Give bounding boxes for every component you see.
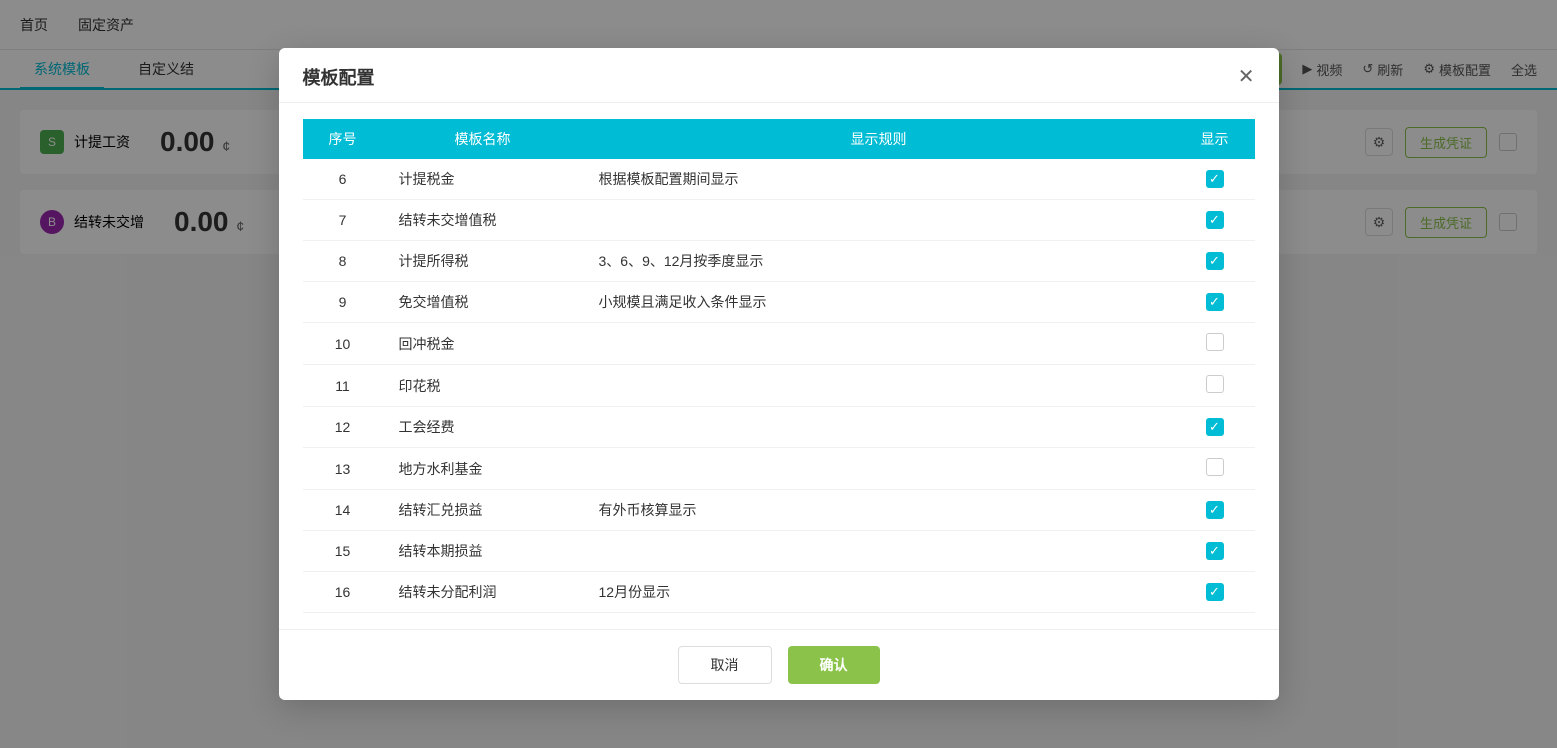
cell-no: 15 xyxy=(303,531,383,572)
cell-checkbox xyxy=(1175,448,1255,490)
modal-title: 模板配置 xyxy=(303,64,375,90)
cell-name: 回冲税金 xyxy=(383,323,583,365)
cell-name: 工会经费 xyxy=(383,407,583,448)
checkbox-row-6[interactable]: ✓ xyxy=(1206,418,1224,436)
cell-rule: 小规模且满足收入条件显示 xyxy=(583,282,1175,323)
cell-rule xyxy=(583,200,1175,241)
col-header-name: 模板名称 xyxy=(383,119,583,159)
cell-rule xyxy=(583,323,1175,365)
table-body: 6计提税金根据模板配置期间显示✓7结转未交增值税✓8计提所得税3、6、9、12月… xyxy=(303,159,1255,613)
checkbox-row-2[interactable]: ✓ xyxy=(1206,252,1224,270)
table-row: 15结转本期损益 ✓ xyxy=(303,531,1255,572)
config-table: 序号 模板名称 显示规则 显示 6计提税金根据模板配置期间显示✓7结转未交增值税… xyxy=(303,119,1255,613)
cell-name: 计提所得税 xyxy=(383,241,583,282)
modal-template-config: 模板配置 ✕ 序号 模板名称 显示规则 显示 6计提税金根据模板配置期间显示✓7… xyxy=(279,48,1279,700)
cell-name: 印花税 xyxy=(383,365,583,407)
cell-checkbox xyxy=(1175,365,1255,407)
cell-no: 12 xyxy=(303,407,383,448)
cell-checkbox: ✓ xyxy=(1175,531,1255,572)
cell-checkbox: ✓ xyxy=(1175,282,1255,323)
table-row: 12工会经费 ✓ xyxy=(303,407,1255,448)
modal-close-button[interactable]: ✕ xyxy=(1238,67,1255,87)
cell-no: 8 xyxy=(303,241,383,282)
cell-name: 结转汇兑损益 xyxy=(383,490,583,531)
cell-checkbox: ✓ xyxy=(1175,241,1255,282)
modal-footer: 取消 确认 xyxy=(279,629,1279,700)
cell-rule xyxy=(583,448,1175,490)
checkbox-row-1[interactable]: ✓ xyxy=(1206,211,1224,229)
cell-no: 13 xyxy=(303,448,383,490)
table-row: 8计提所得税3、6、9、12月按季度显示 ✓ xyxy=(303,241,1255,282)
cell-no: 11 xyxy=(303,365,383,407)
cell-checkbox xyxy=(1175,323,1255,365)
cell-name: 地方水利基金 xyxy=(383,448,583,490)
modal-header: 模板配置 ✕ xyxy=(279,48,1279,103)
table-row: 6计提税金根据模板配置期间显示 ✓ xyxy=(303,159,1255,200)
cell-checkbox: ✓ xyxy=(1175,572,1255,613)
checkbox-row-7[interactable] xyxy=(1206,458,1224,476)
confirm-button[interactable]: 确认 xyxy=(788,646,880,684)
cell-name: 结转未交增值税 xyxy=(383,200,583,241)
checkbox-row-9[interactable]: ✓ xyxy=(1206,542,1224,560)
cell-name: 计提税金 xyxy=(383,159,583,200)
cell-no: 16 xyxy=(303,572,383,613)
cell-no: 9 xyxy=(303,282,383,323)
cell-no: 10 xyxy=(303,323,383,365)
cell-checkbox: ✓ xyxy=(1175,407,1255,448)
checkbox-row-5[interactable] xyxy=(1206,375,1224,393)
cell-no: 14 xyxy=(303,490,383,531)
checkbox-row-0[interactable]: ✓ xyxy=(1206,170,1224,188)
cell-no: 6 xyxy=(303,159,383,200)
cell-rule: 12月份显示 xyxy=(583,572,1175,613)
col-header-rule: 显示规则 xyxy=(583,119,1175,159)
cell-rule xyxy=(583,407,1175,448)
table-row: 14结转汇兑损益有外币核算显示 ✓ xyxy=(303,490,1255,531)
checkbox-row-3[interactable]: ✓ xyxy=(1206,293,1224,311)
cell-rule xyxy=(583,365,1175,407)
cell-checkbox: ✓ xyxy=(1175,200,1255,241)
checkbox-row-4[interactable] xyxy=(1206,333,1224,351)
cell-name: 结转未分配利润 xyxy=(383,572,583,613)
table-row: 16结转未分配利润12月份显示 ✓ xyxy=(303,572,1255,613)
col-header-display: 显示 xyxy=(1175,119,1255,159)
modal-overlay: 模板配置 ✕ 序号 模板名称 显示规则 显示 6计提税金根据模板配置期间显示✓7… xyxy=(0,0,1557,748)
table-row: 13地方水利基金 xyxy=(303,448,1255,490)
modal-body: 序号 模板名称 显示规则 显示 6计提税金根据模板配置期间显示✓7结转未交增值税… xyxy=(279,103,1279,629)
cell-checkbox: ✓ xyxy=(1175,490,1255,531)
cancel-button[interactable]: 取消 xyxy=(678,646,772,684)
cell-rule: 根据模板配置期间显示 xyxy=(583,159,1175,200)
cell-name: 结转本期损益 xyxy=(383,531,583,572)
table-row: 10回冲税金 xyxy=(303,323,1255,365)
col-header-no: 序号 xyxy=(303,119,383,159)
checkbox-row-8[interactable]: ✓ xyxy=(1206,501,1224,519)
cell-rule xyxy=(583,531,1175,572)
cell-name: 免交增值税 xyxy=(383,282,583,323)
checkbox-row-10[interactable]: ✓ xyxy=(1206,583,1224,601)
cell-checkbox: ✓ xyxy=(1175,159,1255,200)
table-row: 11印花税 xyxy=(303,365,1255,407)
table-row: 7结转未交增值税 ✓ xyxy=(303,200,1255,241)
cell-rule: 3、6、9、12月按季度显示 xyxy=(583,241,1175,282)
cell-rule: 有外币核算显示 xyxy=(583,490,1175,531)
table-row: 9免交增值税小规模且满足收入条件显示 ✓ xyxy=(303,282,1255,323)
table-header: 序号 模板名称 显示规则 显示 xyxy=(303,119,1255,159)
cell-no: 7 xyxy=(303,200,383,241)
